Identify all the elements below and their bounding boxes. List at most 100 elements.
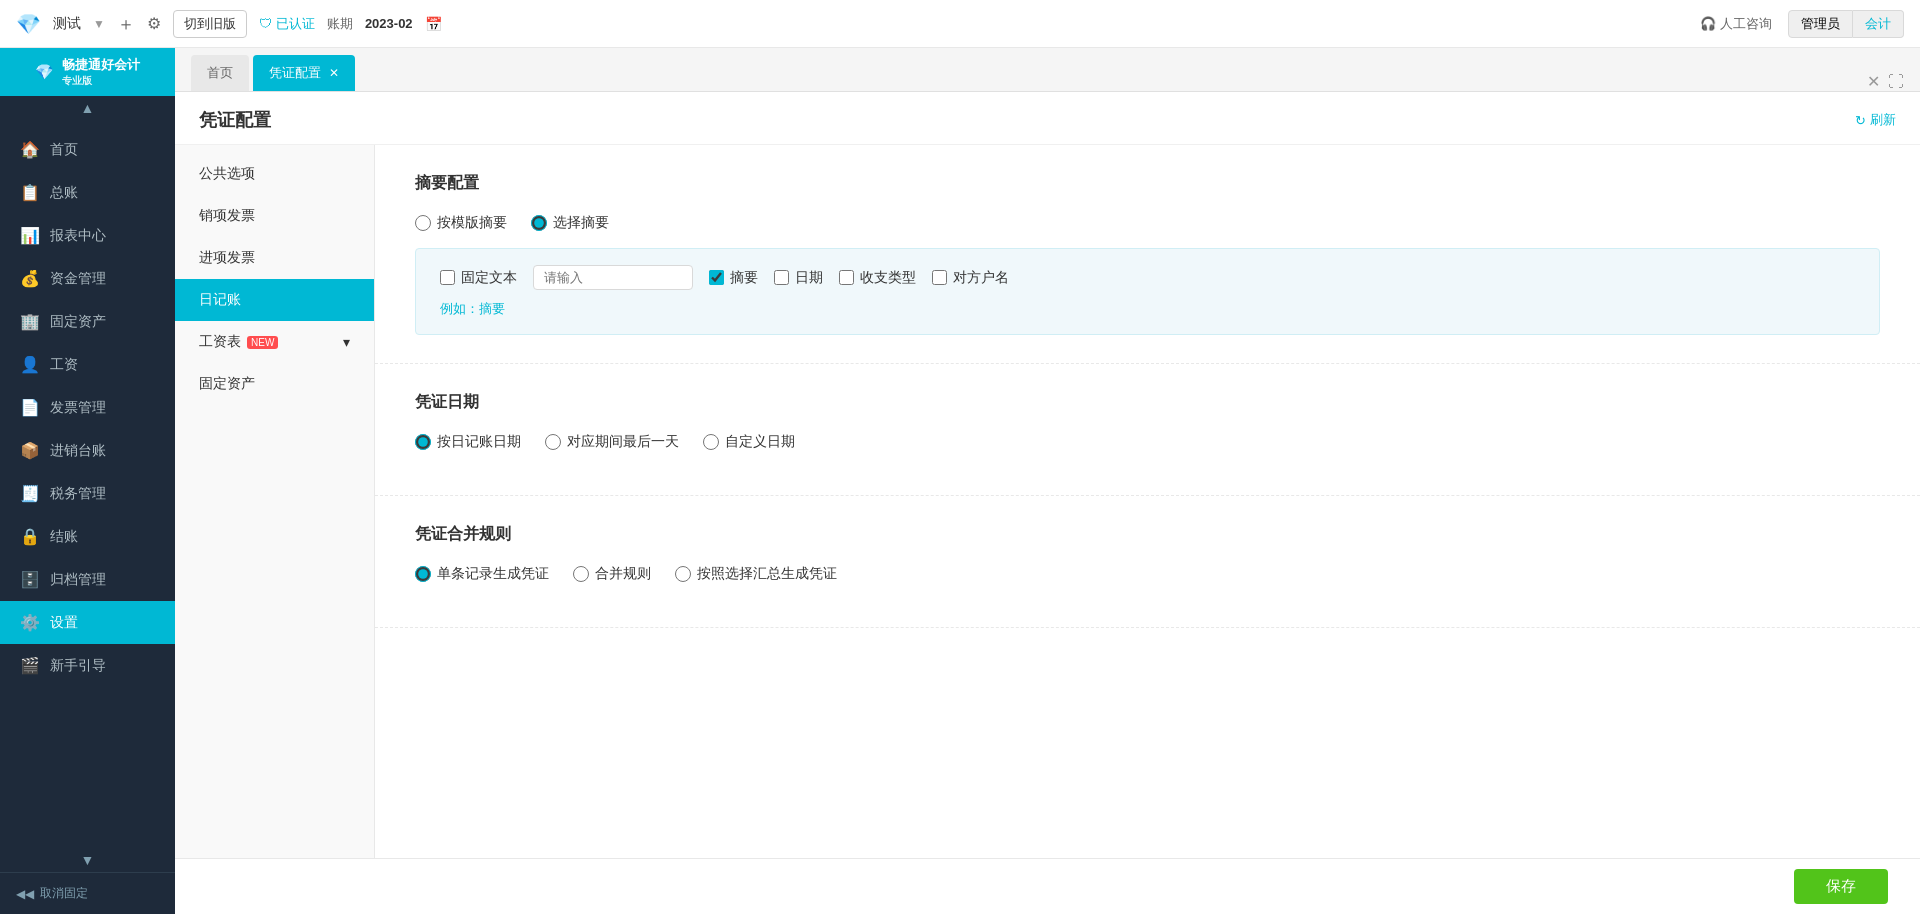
sidebar-item-label: 总账 <box>50 184 78 202</box>
sidebar-item-label: 首页 <box>50 141 78 159</box>
left-nav-sales[interactable]: 销项发票 <box>175 195 374 237</box>
sidebar-item-home[interactable]: 🏠 首页 <box>0 128 175 171</box>
fixed-text-checkbox[interactable] <box>440 270 455 285</box>
summary-config-row: 固定文本 摘要 日期 <box>440 265 1855 290</box>
merge-config-section: 凭证合并规则 单条记录生成凭证 合并规则 <box>375 496 1920 628</box>
top-bar-right: 🎧 人工咨询 管理员 会计 <box>1700 10 1904 38</box>
sidebar-item-ledger[interactable]: 📋 总账 <box>0 171 175 214</box>
left-nav-journal[interactable]: 日记账 <box>175 279 374 321</box>
summary-option-select[interactable]: 选择摘要 <box>531 214 609 232</box>
tab-home-label: 首页 <box>207 64 233 82</box>
summary-checkbox[interactable] <box>709 270 724 285</box>
date-option-custom[interactable]: 自定义日期 <box>703 433 795 451</box>
sidebar-item-label: 新手引导 <box>50 657 106 675</box>
summary-radio-select[interactable] <box>531 215 547 231</box>
sidebar-item-tax[interactable]: 🧾 税务管理 <box>0 472 175 515</box>
sidebar-item-report[interactable]: 📊 报表中心 <box>0 214 175 257</box>
left-nav-public[interactable]: 公共选项 <box>175 153 374 195</box>
left-nav-purchase[interactable]: 进项发票 <box>175 237 374 279</box>
date-option-period[interactable]: 对应期间最后一天 <box>545 433 679 451</box>
tab-expand-button[interactable]: ⛶ <box>1888 73 1904 91</box>
left-nav: 公共选项 销项发票 进项发票 日记账 工资表 NEW <box>175 145 375 858</box>
sidebar-item-purchase[interactable]: 📦 进销台账 <box>0 429 175 472</box>
refresh-icon: ↻ <box>1855 113 1866 128</box>
top-bar-add-icon[interactable]: ＋ <box>117 12 135 36</box>
date-option-journal[interactable]: 按日记账日期 <box>415 433 521 451</box>
sidebar-item-guide[interactable]: 🎬 新手引导 <box>0 644 175 687</box>
expand-icon: ▾ <box>343 334 350 350</box>
left-nav-payroll[interactable]: 工资表 NEW ▾ <box>175 321 374 363</box>
save-button[interactable]: 保存 <box>1794 869 1888 904</box>
date-checkbox[interactable] <box>774 270 789 285</box>
tax-icon: 🧾 <box>20 484 40 503</box>
tab-home[interactable]: 首页 <box>191 55 249 91</box>
fixed-icon: 🏢 <box>20 312 40 331</box>
sidebar-item-label: 发票管理 <box>50 399 106 417</box>
sidebar-item-label: 归档管理 <box>50 571 106 589</box>
page-title: 凭证配置 <box>199 108 271 132</box>
merge-option-rule[interactable]: 合并规则 <box>573 565 651 583</box>
counterpart-checkbox[interactable] <box>932 270 947 285</box>
shield-icon: 🛡 <box>259 16 272 31</box>
new-badge: NEW <box>247 336 278 349</box>
tab-voucher-config-label: 凭证配置 <box>269 64 321 82</box>
accountant-button[interactable]: 会计 <box>1853 10 1904 38</box>
sidebar-item-invoice[interactable]: 📄 发票管理 <box>0 386 175 429</box>
sidebar-item-label: 进销台账 <box>50 442 106 460</box>
left-nav-fixed-assets-label: 固定资产 <box>199 375 255 391</box>
merge-radio-rule[interactable] <box>573 566 589 582</box>
merge-option-summary[interactable]: 按照选择汇总生成凭证 <box>675 565 837 583</box>
sidebar-item-label: 设置 <box>50 614 78 632</box>
sidebar-item-salary[interactable]: 👤 工资 <box>0 343 175 386</box>
sidebar-item-settings[interactable]: ⚙️ 设置 <box>0 601 175 644</box>
tab-close-icon[interactable]: ✕ <box>329 66 339 80</box>
fixed-text-input[interactable] <box>533 265 693 290</box>
main-layout: 💎 畅捷通好会计 专业版 ▲ 🏠 首页 📋 总账 📊 报表中心 💰 资金管理 <box>0 48 1920 914</box>
sidebar-item-close[interactable]: 🔒 结账 <box>0 515 175 558</box>
merge-option-single[interactable]: 单条记录生成凭证 <box>415 565 549 583</box>
content-area: 首页 凭证配置 ✕ ✕ ⛶ 凭证配置 ↻ 刷新 <box>175 48 1920 914</box>
tab-close-button[interactable]: ✕ <box>1867 72 1880 91</box>
income-type-checkbox[interactable] <box>839 270 854 285</box>
sidebar: 💎 畅捷通好会计 专业版 ▲ 🏠 首页 📋 总账 📊 报表中心 💰 资金管理 <box>0 48 175 914</box>
left-nav-fixed-assets[interactable]: 固定资产 <box>175 363 374 405</box>
sidebar-item-capital[interactable]: 💰 资金管理 <box>0 257 175 300</box>
sidebar-logo: 💎 畅捷通好会计 专业版 <box>0 48 175 96</box>
switch-version-button[interactable]: 切到旧版 <box>173 10 247 38</box>
merge-radio-summary[interactable] <box>675 566 691 582</box>
top-bar-settings-icon[interactable]: ⚙ <box>147 14 161 33</box>
consult-button[interactable]: 🎧 人工咨询 <box>1700 15 1772 33</box>
counterpart-checkbox-option[interactable]: 对方户名 <box>932 269 1009 287</box>
summary-config-box: 固定文本 摘要 日期 <box>415 248 1880 335</box>
sidebar-scroll-down[interactable]: ▼ <box>0 848 175 872</box>
date-config-title: 凭证日期 <box>415 392 1880 413</box>
summary-radio-template[interactable] <box>415 215 431 231</box>
summary-checkbox-option[interactable]: 摘要 <box>709 269 758 287</box>
sidebar-item-label: 结账 <box>50 528 78 546</box>
date-radio-period[interactable] <box>545 434 561 450</box>
tab-bar: 首页 凭证配置 ✕ ✕ ⛶ <box>175 48 1920 92</box>
merge-radio-single[interactable] <box>415 566 431 582</box>
certified-badge: 🛡 已认证 <box>259 15 315 33</box>
left-nav-journal-label: 日记账 <box>199 291 241 307</box>
guide-icon: 🎬 <box>20 656 40 675</box>
sidebar-item-label: 固定资产 <box>50 313 106 331</box>
refresh-button[interactable]: ↻ 刷新 <box>1855 111 1896 129</box>
tab-voucher-config[interactable]: 凭证配置 ✕ <box>253 55 355 91</box>
sidebar-scroll-up[interactable]: ▲ <box>0 96 175 120</box>
calendar-icon[interactable]: 📅 <box>425 16 442 32</box>
left-nav-payroll-inner: 工资表 NEW <box>199 333 278 351</box>
fixed-text-option[interactable]: 固定文本 <box>440 269 517 287</box>
income-type-checkbox-option[interactable]: 收支类型 <box>839 269 916 287</box>
manager-button[interactable]: 管理员 <box>1788 10 1853 38</box>
date-checkbox-option[interactable]: 日期 <box>774 269 823 287</box>
cancel-fixed-button[interactable]: ◀◀ 取消固定 <box>0 872 175 914</box>
left-nav-sales-label: 销项发票 <box>199 207 255 223</box>
sidebar-item-fixed[interactable]: 🏢 固定资产 <box>0 300 175 343</box>
date-radio-custom[interactable] <box>703 434 719 450</box>
top-bar-arrow-icon[interactable]: ▼ <box>93 17 105 31</box>
date-radio-journal[interactable] <box>415 434 431 450</box>
summary-option-template[interactable]: 按模版摘要 <box>415 214 507 232</box>
date-config-section: 凭证日期 按日记账日期 对应期间最后一天 <box>375 364 1920 496</box>
sidebar-item-archive[interactable]: 🗄️ 归档管理 <box>0 558 175 601</box>
